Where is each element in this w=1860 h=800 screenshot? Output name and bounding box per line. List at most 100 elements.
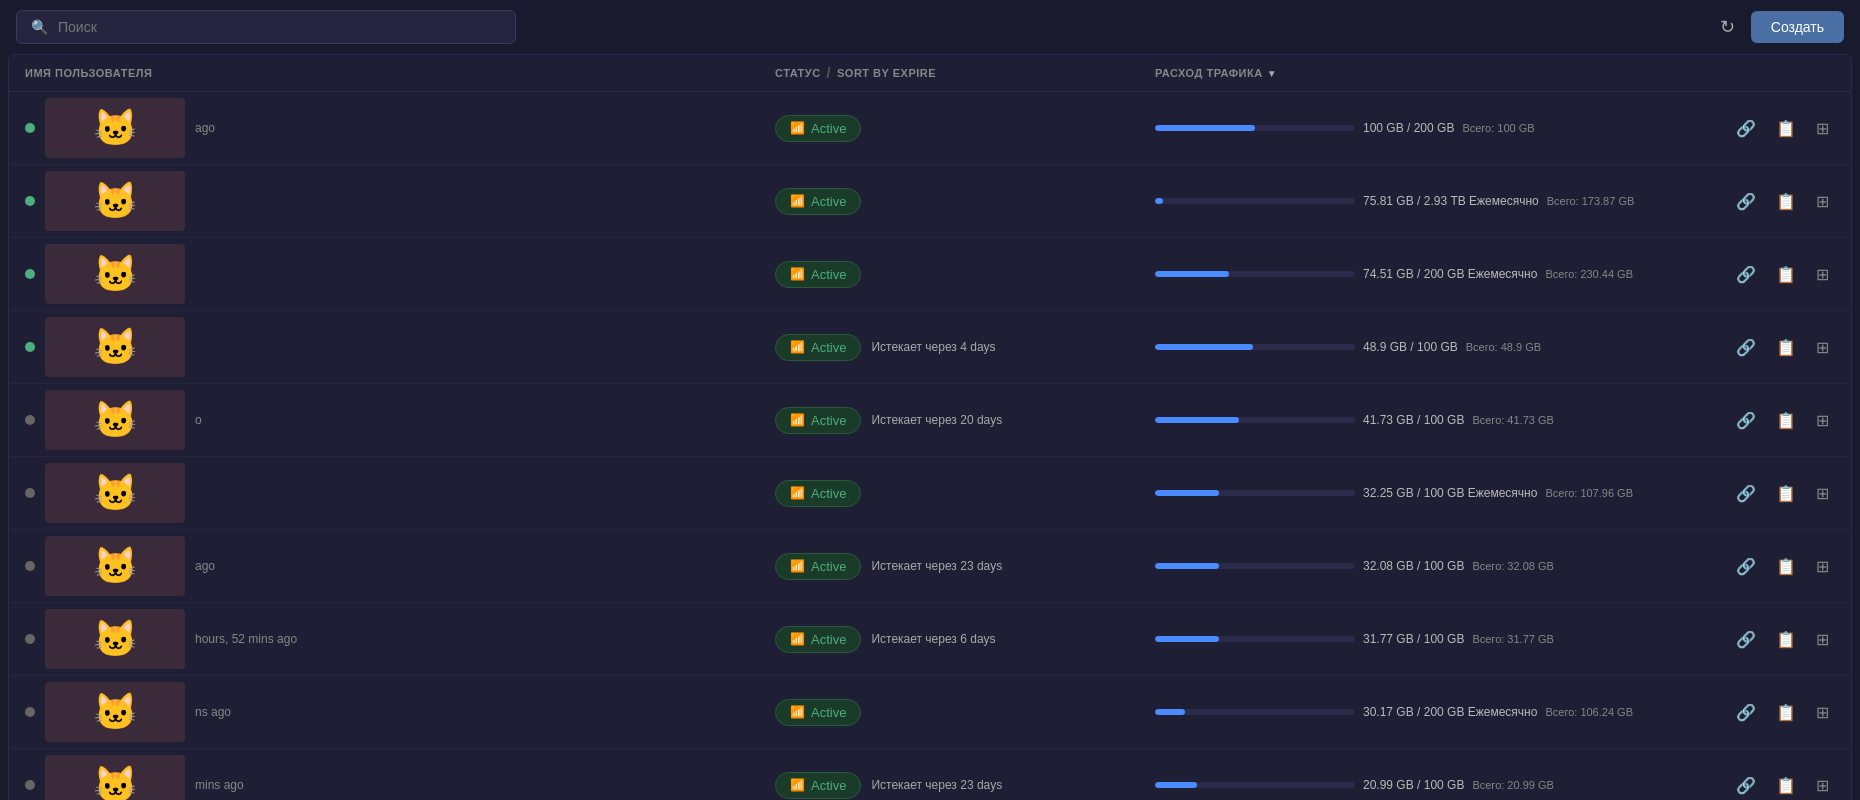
traffic-bar-fill — [1155, 125, 1255, 131]
link-button[interactable]: 🔗 — [1730, 261, 1762, 288]
table-body: 🐱 ago 📶 Active 100 GB / 200 GB Всего: 10… — [9, 92, 1851, 800]
status-cell: 📶 Active Истекает через 4 days — [775, 334, 1155, 361]
user-cell: 🐱 ns ago — [25, 682, 775, 742]
status-text: Active — [811, 632, 846, 647]
create-button[interactable]: Создать — [1751, 11, 1844, 43]
status-dot — [25, 342, 35, 352]
user-time: о — [195, 413, 202, 427]
status-cell: 📶 Active — [775, 699, 1155, 726]
traffic-bar-bg — [1155, 563, 1355, 569]
actions-cell: 🔗 📋 ⊞ — [1730, 626, 1835, 653]
avatar-image: 🐱 — [93, 256, 138, 292]
qr-button[interactable]: ⊞ — [1810, 772, 1835, 799]
wifi-icon: 📶 — [790, 121, 805, 135]
qr-button[interactable]: ⊞ — [1810, 407, 1835, 434]
traffic-cell: 20.99 GB / 100 GB Всего: 20.99 GB — [1155, 778, 1718, 792]
copy-button[interactable]: 📋 — [1770, 480, 1802, 507]
slash-sep: / — [827, 65, 831, 81]
actions-cell: 🔗 📋 ⊞ — [1730, 407, 1835, 434]
status-dot — [25, 707, 35, 717]
traffic-label: 32.25 GB / 100 GB Ежемесячно — [1363, 486, 1537, 500]
status-label: СТАТУС — [775, 67, 821, 79]
avatar: 🐱 — [45, 682, 185, 742]
status-text: Active — [811, 267, 846, 282]
wifi-icon: 📶 — [790, 413, 805, 427]
avatar: 🐱 — [45, 171, 185, 231]
traffic-total: Всего: 48.9 GB — [1466, 341, 1541, 353]
copy-button[interactable]: 📋 — [1770, 699, 1802, 726]
copy-button[interactable]: 📋 — [1770, 772, 1802, 799]
copy-button[interactable]: 📋 — [1770, 334, 1802, 361]
link-button[interactable]: 🔗 — [1730, 115, 1762, 142]
traffic-bar-wrap: 75.81 GB / 2.93 ТВ Ежемесячно Всего: 173… — [1155, 194, 1718, 208]
qr-button[interactable]: ⊞ — [1810, 188, 1835, 215]
copy-button[interactable]: 📋 — [1770, 188, 1802, 215]
refresh-button[interactable]: ↻ — [1714, 10, 1741, 44]
qr-button[interactable]: ⊞ — [1810, 115, 1835, 142]
traffic-cell: 48.9 GB / 100 GB Всего: 48.9 GB — [1155, 340, 1718, 354]
traffic-cell: 32.25 GB / 100 GB Ежемесячно Всего: 107.… — [1155, 486, 1718, 500]
copy-button[interactable]: 📋 — [1770, 553, 1802, 580]
traffic-bar-wrap: 41.73 GB / 100 GB Всего: 41.73 GB — [1155, 413, 1718, 427]
status-dot — [25, 488, 35, 498]
link-button[interactable]: 🔗 — [1730, 772, 1762, 799]
copy-button[interactable]: 📋 — [1770, 115, 1802, 142]
status-badge: 📶 Active — [775, 115, 861, 142]
table-row: 🐱 📶 Active Истекает через 4 days 48.9 GB… — [9, 311, 1851, 384]
traffic-bar-fill — [1155, 344, 1253, 350]
status-text: Active — [811, 194, 846, 209]
avatar-image: 🐱 — [93, 621, 138, 657]
table-row: 🐱 📶 Active 32.25 GB / 100 GB Ежемесячно … — [9, 457, 1851, 530]
status-cell: 📶 Active Истекает через 20 days — [775, 407, 1155, 434]
copy-button[interactable]: 📋 — [1770, 261, 1802, 288]
traffic-bar-wrap: 32.08 GB / 100 GB Всего: 32.08 GB — [1155, 559, 1718, 573]
qr-button[interactable]: ⊞ — [1810, 626, 1835, 653]
link-button[interactable]: 🔗 — [1730, 407, 1762, 434]
status-dot — [25, 780, 35, 790]
search-input[interactable] — [58, 19, 501, 35]
avatar-image: 🐱 — [93, 767, 138, 800]
copy-button[interactable]: 📋 — [1770, 407, 1802, 434]
sort-by-expire-label[interactable]: SORT BY EXPIRE — [837, 67, 936, 79]
qr-button[interactable]: ⊞ — [1810, 334, 1835, 361]
qr-button[interactable]: ⊞ — [1810, 699, 1835, 726]
user-cell: 🐱 ago — [25, 536, 775, 596]
avatar-image: 🐱 — [93, 402, 138, 438]
qr-button[interactable]: ⊞ — [1810, 261, 1835, 288]
table-row: 🐱 📶 Active 74.51 GB / 200 GB Ежемесячно … — [9, 238, 1851, 311]
link-button[interactable]: 🔗 — [1730, 480, 1762, 507]
actions-cell: 🔗 📋 ⊞ — [1730, 261, 1835, 288]
traffic-bar-bg — [1155, 125, 1355, 131]
qr-button[interactable]: ⊞ — [1810, 553, 1835, 580]
user-cell: 🐱 — [25, 244, 775, 304]
status-dot — [25, 269, 35, 279]
avatar: 🐱 — [45, 463, 185, 523]
status-text: Active — [811, 486, 846, 501]
link-button[interactable]: 🔗 — [1730, 553, 1762, 580]
traffic-bar-fill — [1155, 782, 1197, 788]
link-button[interactable]: 🔗 — [1730, 188, 1762, 215]
link-button[interactable]: 🔗 — [1730, 699, 1762, 726]
copy-button[interactable]: 📋 — [1770, 626, 1802, 653]
traffic-label: 30.17 GB / 200 GB Ежемесячно — [1363, 705, 1537, 719]
col-traffic-header[interactable]: РАСХОД ТРАФИКА ▼ — [1155, 67, 1835, 79]
link-button[interactable]: 🔗 — [1730, 334, 1762, 361]
actions-cell: 🔗 📋 ⊞ — [1730, 699, 1835, 726]
status-text: Active — [811, 705, 846, 720]
status-badge: 📶 Active — [775, 699, 861, 726]
expire-text: Истекает через 20 days — [871, 413, 1002, 427]
status-dot — [25, 415, 35, 425]
traffic-cell: 31.77 GB / 100 GB Всего: 31.77 GB — [1155, 632, 1718, 646]
user-cell: 🐱 — [25, 171, 775, 231]
avatar-image: 🐱 — [93, 329, 138, 365]
actions-cell: 🔗 📋 ⊞ — [1730, 480, 1835, 507]
avatar: 🐱 — [45, 98, 185, 158]
actions-cell: 🔗 📋 ⊞ — [1730, 188, 1835, 215]
table-container: ИМЯ ПОЛЬЗОВАТЕЛЯ СТАТУС / SORT BY EXPIRE… — [8, 54, 1852, 800]
table-row: 🐱 mins ago 📶 Active Истекает через 23 da… — [9, 749, 1851, 800]
traffic-bar-fill — [1155, 417, 1239, 423]
qr-button[interactable]: ⊞ — [1810, 480, 1835, 507]
status-badge: 📶 Active — [775, 334, 861, 361]
traffic-label: 75.81 GB / 2.93 ТВ Ежемесячно — [1363, 194, 1539, 208]
link-button[interactable]: 🔗 — [1730, 626, 1762, 653]
